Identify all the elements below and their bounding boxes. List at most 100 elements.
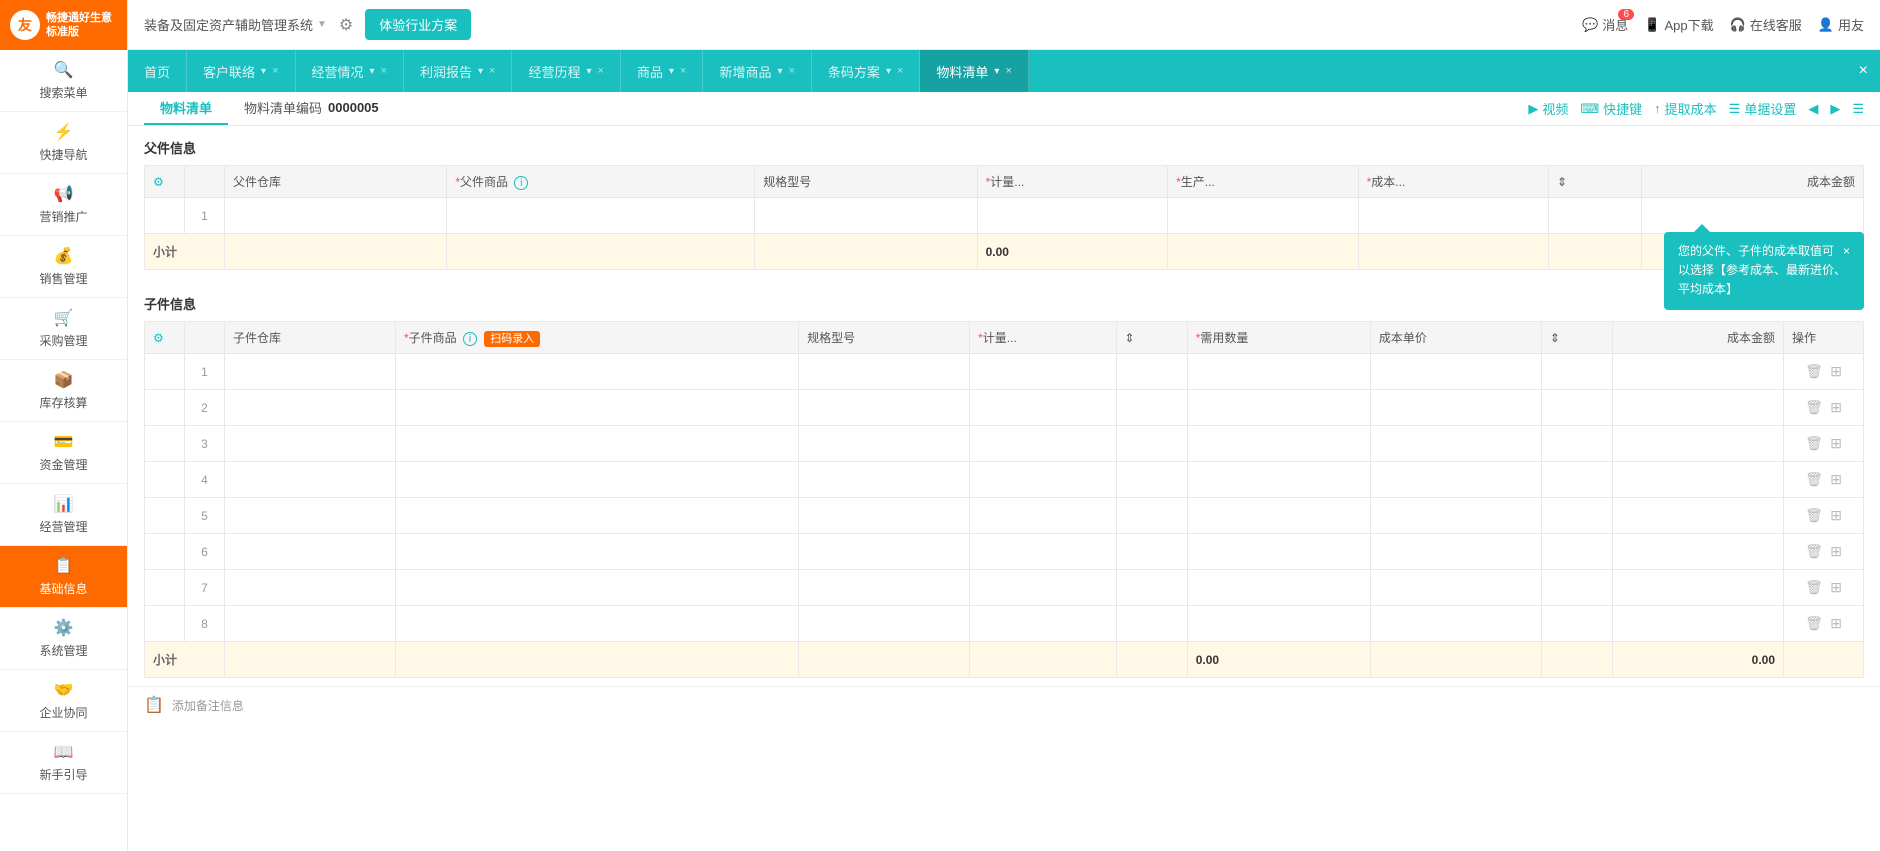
- child-row-4-warehouse[interactable]: [225, 462, 396, 498]
- delete-icon[interactable]: 🗑: [1805, 615, 1823, 631]
- shortcuts-button[interactable]: ⌨ 快捷键: [1580, 99, 1642, 118]
- child-row-8-qty[interactable]: [1187, 606, 1370, 642]
- copy-icon[interactable]: ⊞: [1830, 435, 1842, 451]
- sidebar-item-system[interactable]: ⚙️ 系统管理: [0, 608, 127, 670]
- copy-icon[interactable]: ⊞: [1830, 507, 1842, 523]
- child-row-5-spec[interactable]: [799, 498, 970, 534]
- delete-icon[interactable]: 🗑: [1805, 435, 1823, 451]
- parent-row-1-warehouse[interactable]: [225, 198, 447, 234]
- child-row-4-qty[interactable]: [1187, 462, 1370, 498]
- child-row-7-product[interactable]: [395, 570, 798, 606]
- app-download-item[interactable]: 📱 App下载: [1644, 15, 1713, 34]
- tab-product[interactable]: 商品 ▾ ×: [621, 50, 703, 92]
- parent-gear-icon[interactable]: ⚙: [153, 175, 164, 189]
- sidebar-item-quick-nav[interactable]: ⚡ 快捷导航: [0, 112, 127, 174]
- sidebar-item-search[interactable]: 🔍 搜索菜单: [0, 50, 127, 112]
- child-row-3-unitprice[interactable]: [1370, 426, 1541, 462]
- child-row-2-qty[interactable]: [1187, 390, 1370, 426]
- sidebar-item-operations[interactable]: 📊 经营管理: [0, 484, 127, 546]
- toolbar-nav-left-icon[interactable]: ◀: [1808, 101, 1818, 117]
- child-row-5-unit[interactable]: [970, 498, 1116, 534]
- delete-icon[interactable]: 🗑: [1805, 363, 1823, 379]
- sidebar-item-cooperation[interactable]: 🤝 企业协同: [0, 670, 127, 732]
- info-icon[interactable]: i: [463, 332, 477, 346]
- child-row-1-product[interactable]: [395, 354, 798, 390]
- copy-icon[interactable]: ⊞: [1830, 543, 1842, 559]
- copy-icon[interactable]: ⊞: [1830, 471, 1842, 487]
- child-row-1-qty[interactable]: [1187, 354, 1370, 390]
- nav-close-all-button[interactable]: ×: [1847, 62, 1880, 80]
- child-row-4-product[interactable]: [395, 462, 798, 498]
- child-row-3-product[interactable]: [395, 426, 798, 462]
- tab-close-icon[interactable]: ×: [272, 65, 278, 77]
- child-row-1-spec[interactable]: [799, 354, 970, 390]
- sub-tab-bom[interactable]: 物料清单: [144, 92, 228, 125]
- parent-row-1-produce[interactable]: [1168, 198, 1358, 234]
- sidebar-item-finance[interactable]: 💳 资金管理: [0, 422, 127, 484]
- child-row-4-unit[interactable]: [970, 462, 1116, 498]
- child-row-6-unitprice[interactable]: [1370, 534, 1541, 570]
- delete-icon[interactable]: 🗑: [1805, 399, 1823, 415]
- tab-barcode[interactable]: 条码方案 ▾ ×: [812, 50, 920, 92]
- parent-row-1-spec[interactable]: [755, 198, 977, 234]
- tab-profit[interactable]: 利润报告 ▾ ×: [404, 50, 512, 92]
- child-row-6-qty[interactable]: [1187, 534, 1370, 570]
- child-row-5-product[interactable]: [395, 498, 798, 534]
- tab-customer[interactable]: 客户联络 ▾ ×: [187, 50, 295, 92]
- child-row-4-unitprice[interactable]: [1370, 462, 1541, 498]
- view-button[interactable]: ▶ 视频: [1528, 99, 1568, 118]
- child-row-4-spec[interactable]: [799, 462, 970, 498]
- delete-icon[interactable]: 🗑: [1805, 579, 1823, 595]
- sidebar-item-marketing[interactable]: 📢 营销推广: [0, 174, 127, 236]
- settings-icon[interactable]: ⚙: [339, 15, 353, 35]
- child-row-8-spec[interactable]: [799, 606, 970, 642]
- copy-icon[interactable]: ⊞: [1830, 579, 1842, 595]
- child-row-1-unitprice[interactable]: [1370, 354, 1541, 390]
- tab-close-icon[interactable]: ×: [381, 65, 387, 77]
- sidebar-item-basics[interactable]: 📋 基础信息: [0, 546, 127, 608]
- child-row-3-spec[interactable]: [799, 426, 970, 462]
- parent-row-1-product[interactable]: [447, 198, 755, 234]
- delete-icon[interactable]: 🗑: [1805, 543, 1823, 559]
- user-item[interactable]: 👤 用友: [1818, 15, 1864, 34]
- scan-badge[interactable]: 扫码录入: [484, 331, 540, 347]
- message-item[interactable]: 💬 消息 6: [1582, 15, 1628, 34]
- child-row-2-warehouse[interactable]: [225, 390, 396, 426]
- sidebar-item-purchase[interactable]: 🛒 采购管理: [0, 298, 127, 360]
- single-settings-button[interactable]: ☰ 单据设置: [1729, 99, 1797, 118]
- child-row-5-warehouse[interactable]: [225, 498, 396, 534]
- copy-icon[interactable]: ⊞: [1830, 399, 1842, 415]
- child-row-6-unit[interactable]: [970, 534, 1116, 570]
- child-row-7-qty[interactable]: [1187, 570, 1370, 606]
- delete-icon[interactable]: 🗑: [1805, 507, 1823, 523]
- experience-button[interactable]: 体验行业方案: [365, 9, 471, 40]
- child-row-3-unit[interactable]: [970, 426, 1116, 462]
- child-row-2-unitprice[interactable]: [1370, 390, 1541, 426]
- child-row-8-warehouse[interactable]: [225, 606, 396, 642]
- tab-close-icon[interactable]: ×: [897, 65, 903, 77]
- child-row-6-product[interactable]: [395, 534, 798, 570]
- child-row-7-spec[interactable]: [799, 570, 970, 606]
- child-row-2-spec[interactable]: [799, 390, 970, 426]
- tab-new-product[interactable]: 新增商品 ▾ ×: [703, 50, 811, 92]
- system-title-dropdown[interactable]: 装备及固定资产辅助管理系统 ▼: [144, 15, 327, 34]
- child-row-1-unit[interactable]: [970, 354, 1116, 390]
- tab-close-icon[interactable]: ×: [489, 65, 495, 77]
- toolbar-nav-right-icon[interactable]: ▶: [1830, 101, 1840, 117]
- sidebar-item-inventory[interactable]: 📦 库存核算: [0, 360, 127, 422]
- child-row-6-warehouse[interactable]: [225, 534, 396, 570]
- parent-row-1-unit[interactable]: [977, 198, 1167, 234]
- child-row-5-qty[interactable]: [1187, 498, 1370, 534]
- child-row-8-unit[interactable]: [970, 606, 1116, 642]
- tab-operations[interactable]: 经营情况 ▾ ×: [296, 50, 404, 92]
- child-row-3-warehouse[interactable]: [225, 426, 396, 462]
- child-gear-icon[interactable]: ⚙: [153, 331, 164, 345]
- online-service-item[interactable]: 🎧 在线客服: [1730, 15, 1802, 34]
- tab-close-icon[interactable]: ×: [1005, 65, 1011, 77]
- tab-close-icon[interactable]: ×: [598, 65, 604, 77]
- copy-icon[interactable]: ⊞: [1830, 615, 1842, 631]
- tab-history[interactable]: 经营历程 ▾ ×: [512, 50, 620, 92]
- tooltip-close-icon[interactable]: ×: [1843, 242, 1850, 261]
- child-row-7-warehouse[interactable]: [225, 570, 396, 606]
- toolbar-grid-icon[interactable]: ☰: [1852, 101, 1864, 117]
